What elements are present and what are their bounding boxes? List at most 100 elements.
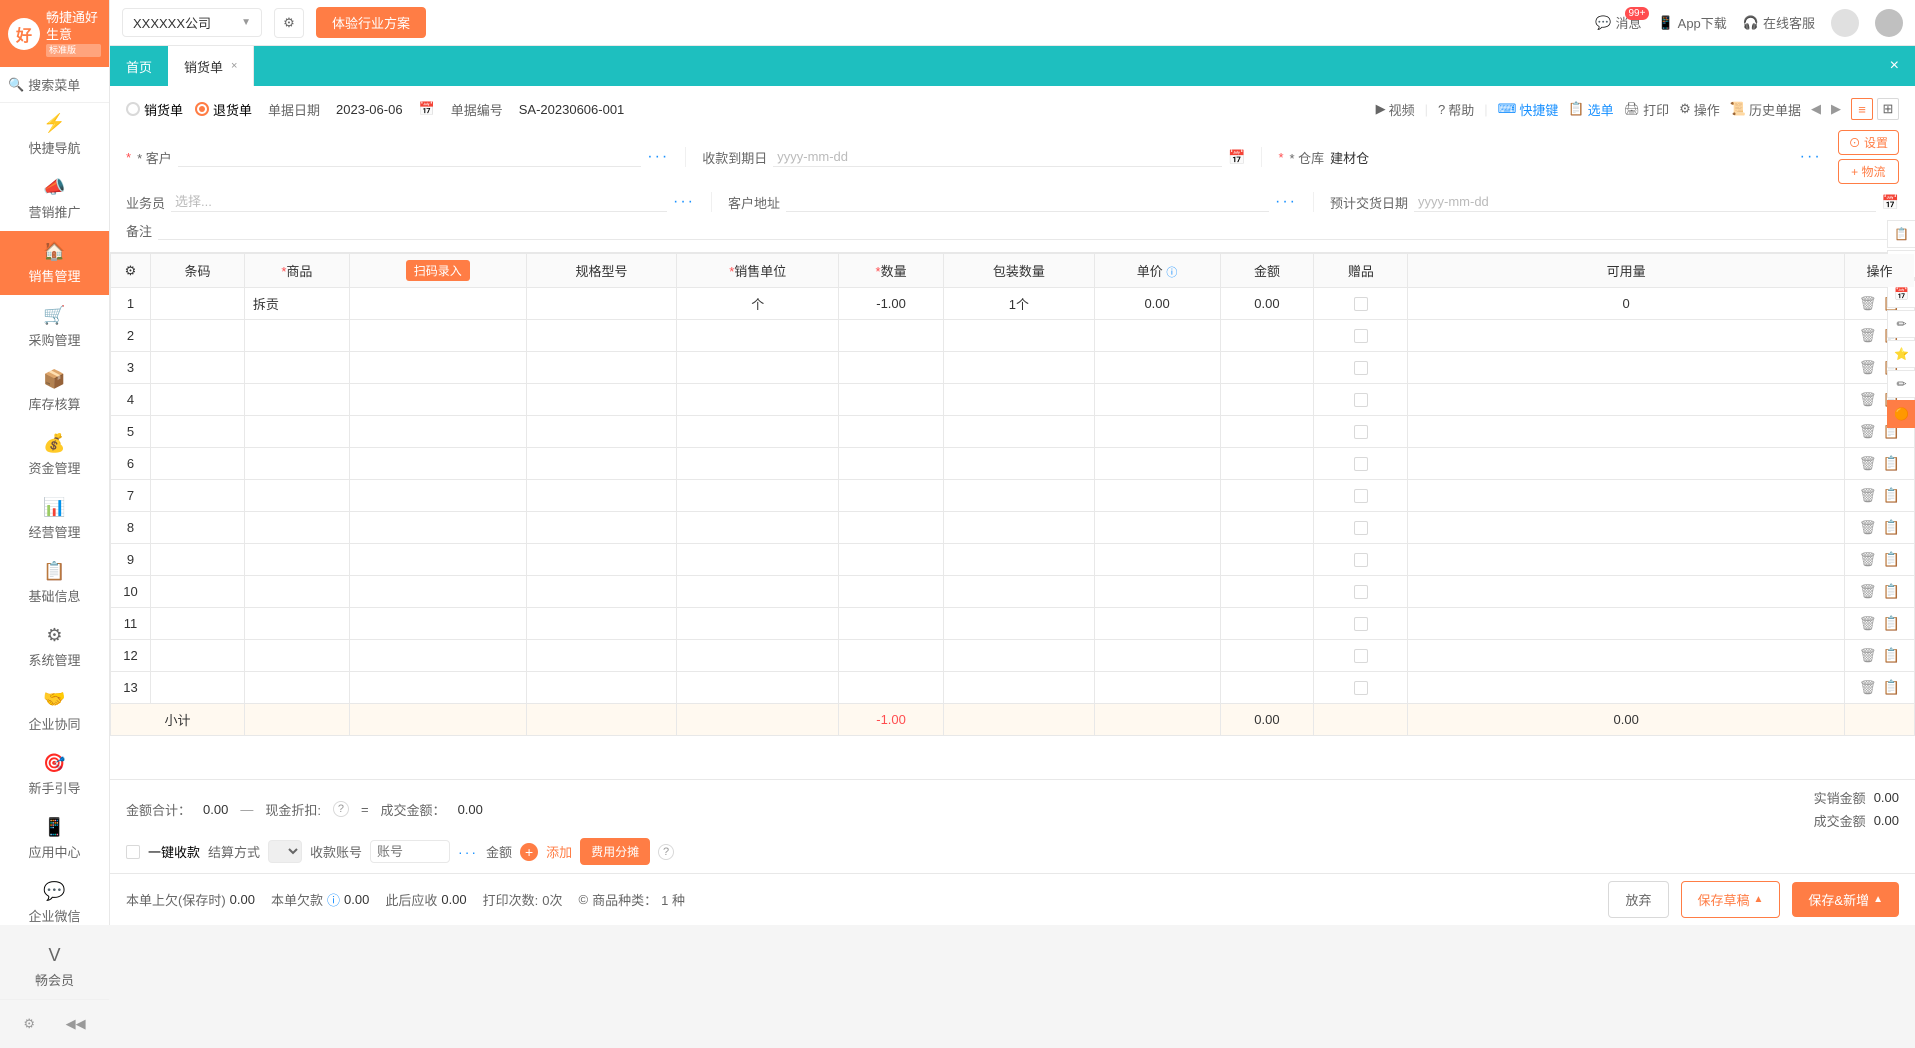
payment-date-input[interactable] [773, 147, 1222, 167]
logistics-button[interactable]: + 物流 [1838, 159, 1899, 184]
row-product-13[interactable] [244, 672, 349, 704]
settings-button[interactable]: ⊙ 设置 [1838, 130, 1899, 155]
row-price-5[interactable] [1094, 416, 1220, 448]
row-delete-5[interactable]: 🗑 [1859, 423, 1877, 440]
row-delete-13[interactable]: 🗑 [1859, 679, 1877, 696]
row-amount-1[interactable]: 0.00 [1220, 288, 1314, 320]
row-gift-2[interactable] [1314, 320, 1408, 352]
row-gift-5[interactable] [1314, 416, 1408, 448]
sidebar-item-guide[interactable]: 🎯 新手引导 [0, 743, 109, 807]
row-delete-6[interactable]: 🗑 [1859, 455, 1877, 472]
nav-prev-icon[interactable]: ◀ [1811, 101, 1821, 117]
row-barcode-4[interactable] [151, 384, 245, 416]
row-product-1[interactable]: 拆贡 [244, 288, 349, 320]
row-product-11[interactable] [244, 608, 349, 640]
row-spec-7[interactable] [526, 480, 677, 512]
row-spec-4[interactable] [526, 384, 677, 416]
row-amount-3[interactable] [1220, 352, 1314, 384]
avatar[interactable] [1831, 9, 1859, 37]
row-pkg-qty-1[interactable]: 1个 [944, 288, 1095, 320]
row-product-6[interactable] [244, 448, 349, 480]
row-gift-3[interactable] [1314, 352, 1408, 384]
row-unit-9[interactable] [677, 544, 839, 576]
row-price-3[interactable] [1094, 352, 1220, 384]
sidebar-item-apps[interactable]: 📱 应用中心 [0, 807, 109, 871]
row-unit-12[interactable] [677, 640, 839, 672]
row-pkg-qty-13[interactable] [944, 672, 1095, 704]
row-unit-6[interactable] [677, 448, 839, 480]
row-amount-4[interactable] [1220, 384, 1314, 416]
save-draft-button[interactable]: 保存草稿 ▲ [1681, 881, 1781, 918]
row-pkg-qty-7[interactable] [944, 480, 1095, 512]
row-spec-12[interactable] [526, 640, 677, 672]
total-owed-help-icon[interactable]: ⓘ [327, 890, 340, 909]
row-unit-5[interactable] [677, 416, 839, 448]
row-qty-4[interactable] [839, 384, 944, 416]
row-spec-9[interactable] [526, 544, 677, 576]
row-barcode-3[interactable] [151, 352, 245, 384]
row-product-4[interactable] [244, 384, 349, 416]
operate-btn[interactable]: ⚙ 操作 [1679, 100, 1720, 119]
row-barcode-13[interactable] [151, 672, 245, 704]
row-delete-4[interactable]: 🗑 [1859, 391, 1877, 408]
row-amount-5[interactable] [1220, 416, 1314, 448]
row-price-9[interactable] [1094, 544, 1220, 576]
row-gift-8[interactable] [1314, 512, 1408, 544]
row-barcode-7[interactable] [151, 480, 245, 512]
row-delete-3[interactable]: 🗑 [1859, 359, 1877, 376]
col-settings-header[interactable]: ⚙ [111, 254, 151, 288]
row-unit-1[interactable]: 个 [677, 288, 839, 320]
discount-help-icon[interactable]: ? [333, 801, 349, 817]
radio-sale[interactable]: 销货单 [126, 100, 183, 119]
row-spec-8[interactable] [526, 512, 677, 544]
tab-home[interactable]: 首页 [110, 46, 168, 86]
row-copy-11[interactable]: 📋 [1883, 615, 1900, 632]
abandon-button[interactable]: 放弃 [1608, 881, 1668, 918]
row-barcode-9[interactable] [151, 544, 245, 576]
row-delete-7[interactable]: 🗑 [1859, 487, 1877, 504]
row-price-1[interactable]: 0.00 [1094, 288, 1220, 320]
row-product-8[interactable] [244, 512, 349, 544]
row-gift-9[interactable] [1314, 544, 1408, 576]
row-qty-12[interactable] [839, 640, 944, 672]
row-copy-9[interactable]: 📋 [1883, 551, 1900, 568]
sidebar-item-system[interactable]: ⚙ 系统管理 [0, 615, 109, 679]
row-price-11[interactable] [1094, 608, 1220, 640]
sidebar-settings-btn[interactable]: ⚙ [15, 1008, 43, 1040]
row-price-8[interactable] [1094, 512, 1220, 544]
row-gift-4[interactable] [1314, 384, 1408, 416]
row-amount-11[interactable] [1220, 608, 1314, 640]
row-qty-8[interactable] [839, 512, 944, 544]
row-pkg-qty-2[interactable] [944, 320, 1095, 352]
row-delete-10[interactable]: 🗑 [1859, 583, 1877, 600]
message-button[interactable]: 💬 消息 99+ [1595, 13, 1641, 32]
row-unit-8[interactable] [677, 512, 839, 544]
row-product-2[interactable] [244, 320, 349, 352]
row-price-13[interactable] [1094, 672, 1220, 704]
row-barcode-6[interactable] [151, 448, 245, 480]
close-all-tabs-button[interactable]: × [1882, 53, 1907, 78]
row-price-6[interactable] [1094, 448, 1220, 480]
row-delete-1[interactable]: 🗑 [1859, 295, 1877, 312]
row-price-7[interactable] [1094, 480, 1220, 512]
avatar2[interactable] [1875, 9, 1903, 37]
video-btn[interactable]: ▶ 视频 [1376, 100, 1415, 119]
row-unit-2[interactable] [677, 320, 839, 352]
warehouse-select-icon[interactable]: ··· [1800, 148, 1822, 166]
row-spec-13[interactable] [526, 672, 677, 704]
row-price-4[interactable] [1094, 384, 1220, 416]
scan-button[interactable]: 扫码录入 [406, 260, 470, 281]
row-spec-11[interactable] [526, 608, 677, 640]
row-amount-10[interactable] [1220, 576, 1314, 608]
one-click-pay-checkbox[interactable] [126, 845, 140, 859]
trial-button[interactable]: 体验行业方案 [316, 7, 426, 38]
row-gift-12[interactable] [1314, 640, 1408, 672]
row-pkg-qty-3[interactable] [944, 352, 1095, 384]
row-copy-7[interactable]: 📋 [1883, 487, 1900, 504]
customer-select-icon[interactable]: ··· [647, 148, 669, 166]
row-product-10[interactable] [244, 576, 349, 608]
sidebar-item-inventory[interactable]: 📦 库存核算 [0, 359, 109, 423]
row-qty-11[interactable] [839, 608, 944, 640]
row-copy-8[interactable]: 📋 [1883, 519, 1900, 536]
select-order-btn[interactable]: 📋 选单 [1568, 100, 1613, 119]
